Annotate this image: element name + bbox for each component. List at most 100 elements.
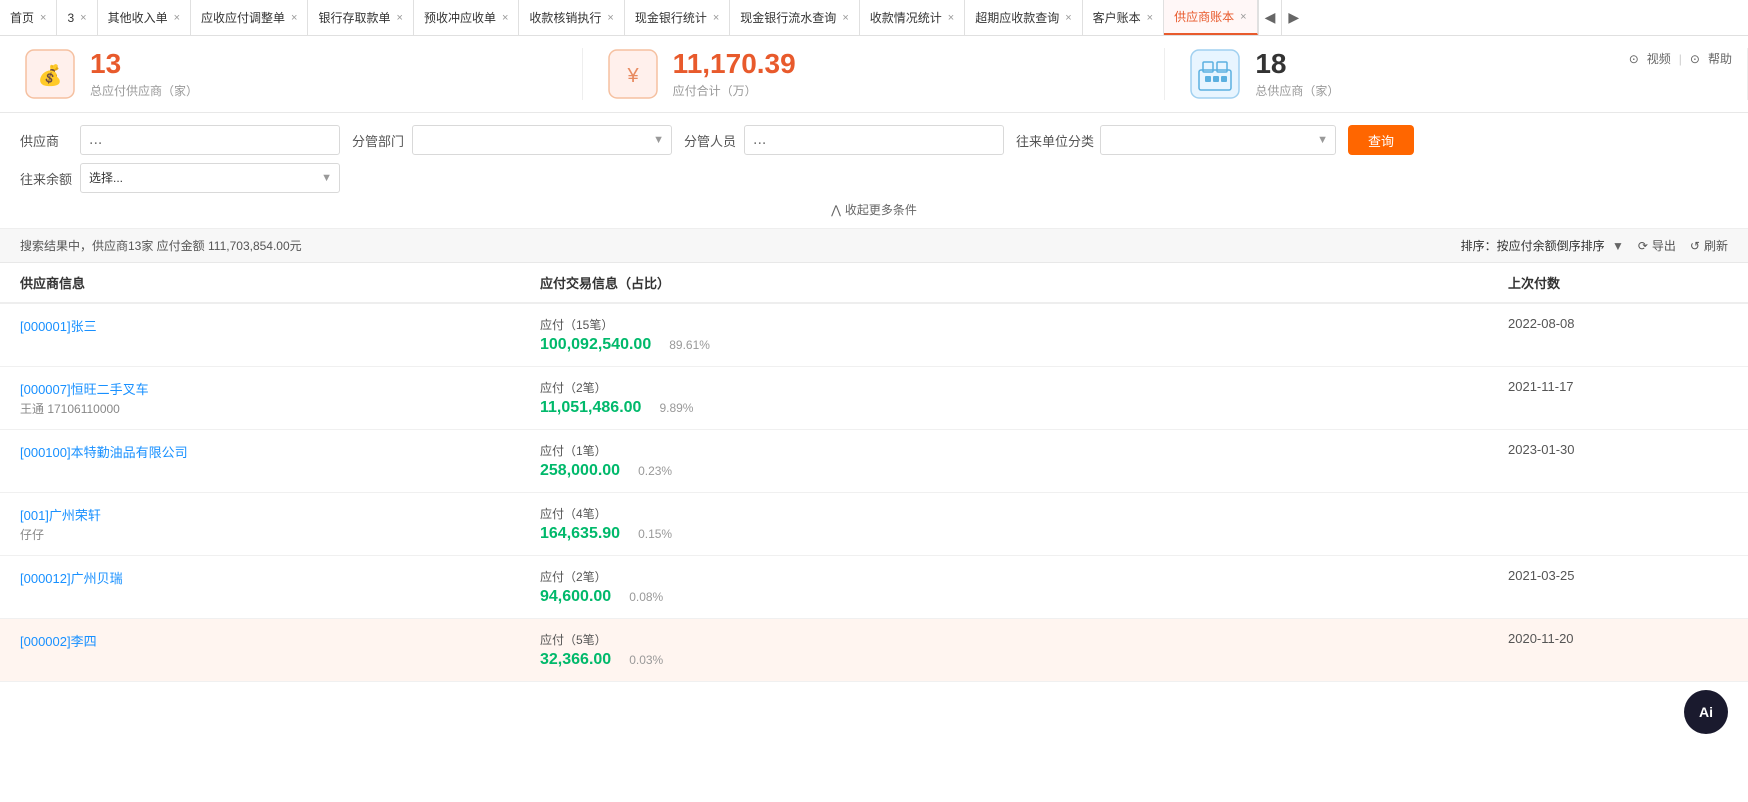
- dept-select[interactable]: [412, 125, 672, 155]
- trade-pct: 0.08%: [629, 590, 663, 604]
- nav-tab-supplier-ledger[interactable]: 供应商账本 ×: [1164, 0, 1257, 35]
- nav-tab-overdue-close[interactable]: ×: [1065, 12, 1071, 24]
- supplier-link[interactable]: [000002]李四: [20, 634, 97, 649]
- refresh-action[interactable]: ↺ 刷新: [1690, 237, 1728, 254]
- filter-dept: 分管部门 ▼: [352, 125, 672, 155]
- last-pay-col: 2020-11-20: [1508, 631, 1728, 646]
- refresh-label: 刷新: [1704, 237, 1728, 254]
- video-icon: ⊙: [1629, 52, 1639, 66]
- balance-select[interactable]: 选择...: [80, 163, 340, 193]
- export-label: 导出: [1652, 237, 1676, 254]
- trade-info-col: 应付（2笔） 94,600.00 0.08%: [540, 568, 1508, 606]
- col-trade-info: 应付交易信息（占比）: [540, 273, 1508, 292]
- nav-tab-advance-close[interactable]: ×: [502, 12, 508, 24]
- nav-tab-collection[interactable]: 收款核销执行 ×: [519, 0, 624, 35]
- nav-tab-home-label: 首页: [10, 9, 34, 26]
- supplier-link[interactable]: [000012]广州贝瑞: [20, 571, 123, 586]
- trade-amount: 258,000.00: [540, 462, 620, 480]
- nav-tab-payment-stat-close[interactable]: ×: [948, 12, 954, 24]
- nav-tab-cash-stat-close[interactable]: ×: [713, 12, 719, 24]
- nav-tab-home[interactable]: 首页 ×: [0, 0, 57, 35]
- supplier-sub: 仔仔: [20, 526, 540, 543]
- trade-label: 应付（5笔）: [540, 631, 1508, 648]
- supplier-name-col: [000001]张三: [20, 316, 540, 335]
- supplier-link[interactable]: [000100]本特勤油品有限公司: [20, 445, 188, 460]
- supplier-link[interactable]: [000007]恒旺二手叉车: [20, 382, 149, 397]
- nav-tab-3-label: 3: [67, 11, 74, 25]
- nav-scroll-left[interactable]: ◀: [1258, 0, 1282, 35]
- trade-pct: 9.89%: [659, 401, 693, 415]
- filter-dept-label: 分管部门: [352, 131, 406, 150]
- nav-tab-cash-stat[interactable]: 现金银行统计 ×: [625, 0, 730, 35]
- summary-bar: 💰 13 总应付供应商（家） ¥ 11,170.39 应付合计（万） 18: [0, 36, 1748, 113]
- table-row: [000007]恒旺二手叉车 王通 17106110000 应付（2笔） 11,…: [0, 367, 1748, 430]
- nav-tab-overdue[interactable]: 超期应收款查询 ×: [965, 0, 1082, 35]
- video-link[interactable]: 视频: [1647, 50, 1671, 67]
- table-header: 供应商信息 应付交易信息（占比） 上次付数: [0, 263, 1748, 304]
- filter-supplier: 供应商: [20, 125, 340, 155]
- trade-amount: 164,635.90: [540, 525, 620, 543]
- person-input[interactable]: [744, 125, 1004, 155]
- supplier-table: 供应商信息 应付交易信息（占比） 上次付数 [000001]张三 应付（15笔）…: [0, 263, 1748, 802]
- trade-info-col: 应付（4笔） 164,635.90 0.15%: [540, 505, 1508, 543]
- nav-tab-advance[interactable]: 预收冲应收单 ×: [414, 0, 519, 35]
- summary-total-suppliers-number: 18: [1255, 49, 1339, 80]
- nav-tab-customer-ledger[interactable]: 客户账本 ×: [1083, 0, 1164, 35]
- supplier-link[interactable]: [000001]张三: [20, 319, 97, 334]
- refresh-icon: ↺: [1690, 239, 1700, 253]
- trade-info-col: 应付（5笔） 32,366.00 0.03%: [540, 631, 1508, 669]
- ai-label: Ai: [1699, 704, 1713, 720]
- col-supplier-info: 供应商信息: [20, 273, 540, 292]
- nav-tab-customer-ledger-label: 客户账本: [1093, 9, 1141, 26]
- filter-row-2: 往来余额 选择... ▼: [20, 163, 1728, 193]
- help-link[interactable]: 帮助: [1708, 50, 1732, 67]
- table-row: [001]广州荣轩 仔仔 应付（4笔） 164,635.90 0.15%: [0, 493, 1748, 556]
- col-last-pay: 上次付数: [1508, 273, 1728, 292]
- nav-tab-other-income[interactable]: 其他收入单 ×: [98, 0, 191, 35]
- ai-assistant-button[interactable]: Ai: [1684, 690, 1728, 734]
- nav-tab-3-close[interactable]: ×: [80, 12, 86, 24]
- trade-inline: 164,635.90 0.15%: [540, 525, 1508, 543]
- top-navigation: 首页 × 3 × 其他收入单 × 应收应付调整单 × 银行存取款单 × 预收冲应…: [0, 0, 1748, 36]
- trade-amount: 32,366.00: [540, 651, 611, 669]
- table-body: [000001]张三 应付（15笔） 100,092,540.00 89.61%…: [0, 304, 1748, 802]
- nav-tab-3[interactable]: 3 ×: [57, 0, 97, 35]
- trade-inline: 32,366.00 0.03%: [540, 651, 1508, 669]
- collapse-button-label: 收起更多条件: [845, 201, 917, 218]
- summary-payable-total-number: 11,170.39: [673, 49, 796, 80]
- supplier-input[interactable]: [80, 125, 340, 155]
- nav-tab-collection-close[interactable]: ×: [607, 12, 613, 24]
- nav-tab-bank-close[interactable]: ×: [397, 12, 403, 24]
- nav-tab-cash-stat-label: 现金银行统计: [635, 9, 707, 26]
- nav-tab-cash-flow[interactable]: 现金银行流水查询 ×: [730, 0, 859, 35]
- nav-tab-payment-stat[interactable]: 收款情况统计 ×: [860, 0, 965, 35]
- sort-label: 排序：按应付余额倒序排序 ▼: [1461, 237, 1624, 254]
- nav-tab-adjustment[interactable]: 应收应付调整单 ×: [191, 0, 308, 35]
- nav-tab-customer-ledger-close[interactable]: ×: [1147, 12, 1153, 24]
- trade-amount: 11,051,486.00: [540, 399, 641, 417]
- supplier-name-col: [001]广州荣轩 仔仔: [20, 505, 540, 543]
- collapse-button[interactable]: ⋀ 收起更多条件: [20, 201, 1728, 218]
- trade-pct: 89.61%: [669, 338, 710, 352]
- summary-card-1-info: 13 总应付供应商（家）: [90, 49, 198, 99]
- separator: |: [1679, 52, 1682, 66]
- last-pay-col: 2021-11-17: [1508, 379, 1728, 394]
- nav-tab-supplier-ledger-label: 供应商账本: [1174, 8, 1234, 25]
- supplier-link[interactable]: [001]广州荣轩: [20, 508, 101, 523]
- nav-tab-home-close[interactable]: ×: [40, 12, 46, 24]
- filter-row-1: 供应商 分管部门 ▼ 分管人员 往来单位分类 ▼: [20, 125, 1728, 155]
- nav-tab-supplier-ledger-close[interactable]: ×: [1240, 11, 1246, 23]
- nav-tab-cash-flow-label: 现金银行流水查询: [740, 9, 836, 26]
- nav-tab-bank[interactable]: 银行存取款单 ×: [308, 0, 413, 35]
- nav-tab-cash-flow-close[interactable]: ×: [842, 12, 848, 24]
- sort-arrow-icon: ▼: [1612, 239, 1624, 253]
- filter-category: 往来单位分类 ▼: [1016, 125, 1336, 155]
- export-action[interactable]: ⟳ 导出: [1638, 237, 1676, 254]
- nav-tab-adjustment-close[interactable]: ×: [291, 12, 297, 24]
- nav-scroll-right[interactable]: ▶: [1281, 0, 1305, 35]
- nav-tab-other-income-close[interactable]: ×: [174, 12, 180, 24]
- category-select[interactable]: [1100, 125, 1336, 155]
- table-row: [000012]广州贝瑞 应付（2笔） 94,600.00 0.08% 2021…: [0, 556, 1748, 619]
- balance-select-wrapper: 选择... ▼: [80, 163, 340, 193]
- search-button[interactable]: 查询: [1348, 125, 1414, 155]
